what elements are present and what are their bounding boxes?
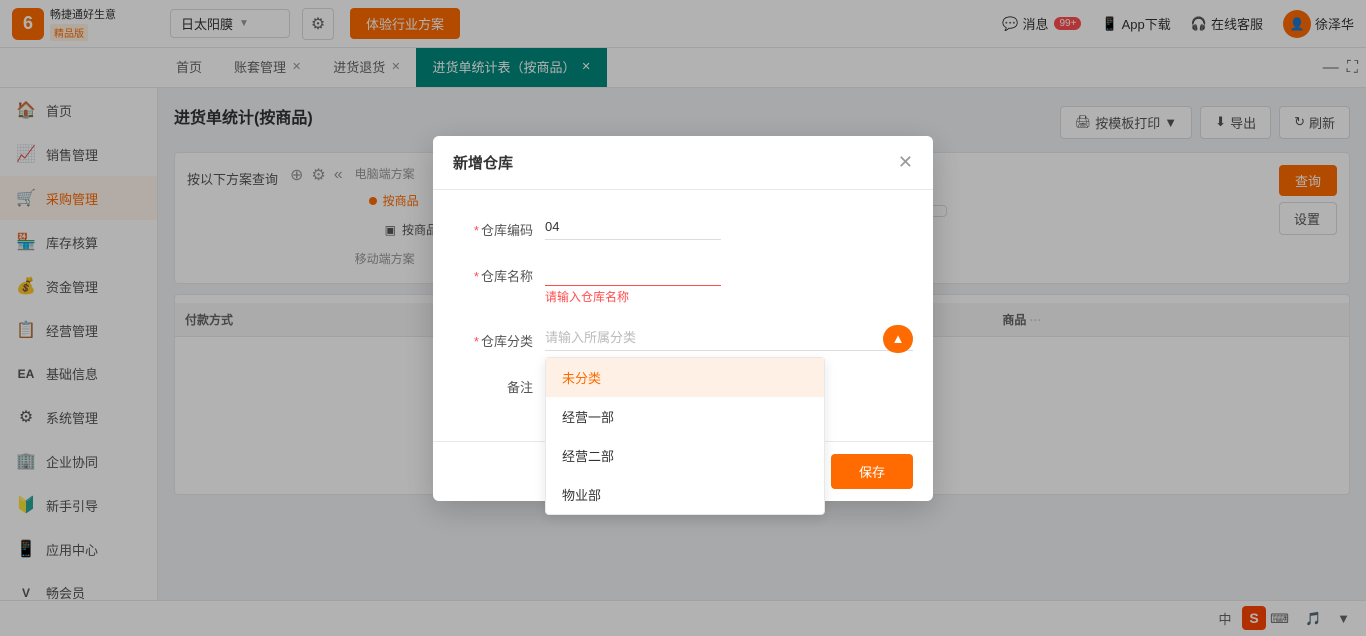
form-cat-row: 仓库分类 ▲ 未分类 经营一部 经营二部 物业部 [453,325,913,351]
cat-option-dept2[interactable]: 经营二部 [546,436,824,475]
cat-label: 仓库分类 [453,325,533,350]
dialog-title: 新增仓库 [453,152,513,173]
cat-input[interactable] [545,325,913,351]
form-code-row: 仓库编码 [453,214,913,240]
name-error-msg: 请输入仓库名称 [545,288,913,305]
dialog-header: 新增仓库 ✕ [433,136,933,190]
save-btn[interactable]: 保存 [831,454,913,489]
cat-input-wrap: ▲ 未分类 经营一部 经营二部 物业部 [545,325,913,351]
form-name-row: 仓库名称 请输入仓库名称 [453,260,913,305]
cat-option-property[interactable]: 物业部 [546,475,824,514]
code-input-wrap [545,214,913,240]
name-label: 仓库名称 [453,260,533,285]
cat-option-dept1[interactable]: 经营一部 [546,397,824,436]
note-label: 备注 [453,371,533,396]
name-input-wrap: 请输入仓库名称 [545,260,913,305]
code-input[interactable] [545,214,721,240]
cat-dropdown: 未分类 经营一部 经营二部 物业部 [545,357,825,515]
code-label: 仓库编码 [453,214,533,239]
cat-option-unclassified[interactable]: 未分类 [546,358,824,397]
dialog-body: 仓库编码 仓库名称 请输入仓库名称 仓库分类 ▲ [433,190,933,441]
dialog-close-btn[interactable]: ✕ [898,152,913,173]
new-warehouse-dialog: 新增仓库 ✕ 仓库编码 仓库名称 请输入仓库名称 仓库分类 [433,136,933,501]
dialog-overlay: 新增仓库 ✕ 仓库编码 仓库名称 请输入仓库名称 仓库分类 [0,0,1366,636]
name-input[interactable] [545,260,721,286]
cat-toggle-btn[interactable]: ▲ [883,325,913,353]
